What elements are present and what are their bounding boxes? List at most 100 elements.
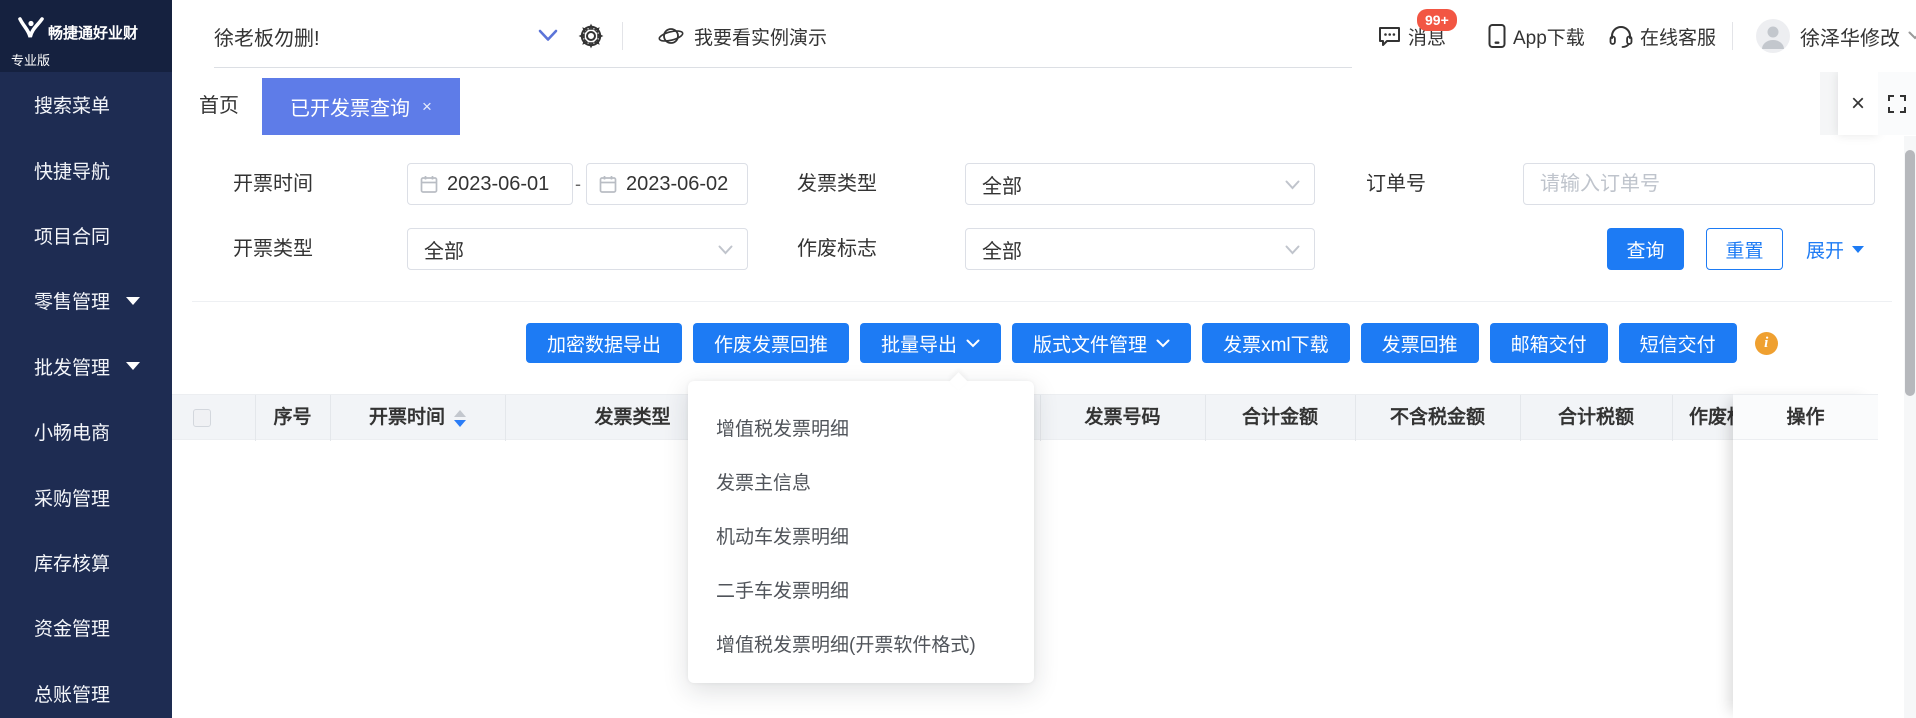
column-amount-excl-tax[interactable]: 不含税金额 [1355, 395, 1520, 441]
vertical-scrollbar[interactable] [1904, 136, 1916, 718]
close-page-button[interactable]: × [1838, 72, 1878, 135]
invoice-type-select[interactable]: 全部 [965, 163, 1315, 205]
gear-icon[interactable] [578, 23, 604, 49]
close-icon: × [1850, 89, 1865, 117]
select-all-checkbox[interactable] [193, 409, 211, 427]
sidebar-item-quick-nav[interactable]: 快捷导航 [0, 137, 172, 202]
sort-ascending-icon[interactable] [454, 409, 466, 417]
chevron-down-icon [718, 245, 733, 255]
chevron-down-icon [126, 296, 141, 305]
column-actions[interactable]: 操作 [1733, 394, 1878, 440]
void-flag-select[interactable]: 全部 [965, 228, 1315, 270]
tab-bar: 首页 已开发票查询 × × [172, 72, 1916, 135]
avatar[interactable] [1756, 19, 1790, 53]
messages-button[interactable]: 消息 99+ [1377, 0, 1457, 72]
sort-icons[interactable] [454, 409, 466, 427]
layout-file-mgmt-button[interactable]: 版式文件管理 [1012, 323, 1192, 363]
chevron-down-icon [1156, 339, 1170, 347]
sidebar-item-purchase-mgmt[interactable]: 采购管理 [0, 464, 172, 529]
issue-type-label: 开票类型 [233, 238, 313, 260]
fullscreen-icon [1887, 94, 1907, 114]
order-no-input[interactable] [1523, 163, 1875, 205]
brand-edition: 专业版 [11, 53, 51, 68]
batch-export-button[interactable]: 批量导出 [860, 323, 1002, 363]
sidebar-item-search-menu[interactable]: 搜索菜单 [0, 72, 172, 137]
expand-link[interactable]: 展开 [1806, 228, 1865, 270]
void-invoice-pushback-button[interactable]: 作废发票回推 [693, 323, 850, 363]
topbar-divider [1732, 22, 1733, 50]
menu-item-invoice-main-info[interactable]: 发票主信息 [688, 454, 1034, 508]
info-icon[interactable]: i [1754, 331, 1778, 355]
sidebar-item-project-contract[interactable]: 项目合同 [0, 203, 172, 268]
menu-item-used-car-invoice-detail[interactable]: 二手车发票明细 [688, 562, 1034, 616]
search-button[interactable]: 查询 [1607, 228, 1684, 270]
chevron-down-icon [1852, 245, 1865, 253]
tab-home[interactable]: 首页 [199, 72, 239, 135]
menu-item-vat-invoice-detail-software-format[interactable]: 增值税发票明细(开票软件格式) [688, 616, 1034, 670]
scrollbar-thumb[interactable] [1905, 150, 1915, 396]
topbar-divider [622, 22, 623, 50]
sidebar-item-funds-mgmt[interactable]: 资金管理 [0, 595, 172, 660]
date-range-separator: - [575, 174, 581, 194]
chevron-down-icon [126, 362, 141, 371]
tab-invoice-query[interactable]: 已开发票查询 × [262, 78, 460, 135]
toolbar: 加密数据导出 作废发票回推 批量导出 版式文件管理 发票xml下载 发票回推 邮… [526, 323, 1778, 363]
invoice-date-to-input[interactable]: 2023-06-02 [586, 163, 748, 205]
sidebar-item-xiaochang-ecommerce[interactable]: 小畅电商 [0, 399, 172, 464]
menu-item-motor-vehicle-invoice-detail[interactable]: 机动车发票明细 [688, 508, 1034, 562]
calendar-icon [420, 175, 438, 194]
content-area: 开票时间 2023-06-01 - 2023-06-02 发票类型 全部 订单号… [172, 135, 1916, 718]
planet-icon [658, 25, 684, 47]
filter-divider [192, 301, 1892, 302]
invoice-date-label: 开票时间 [233, 173, 313, 195]
sidebar-item-wholesale-mgmt[interactable]: 批发管理 [0, 334, 172, 399]
invoice-type-label: 发票类型 [797, 173, 877, 195]
invoice-xml-download-button[interactable]: 发票xml下载 [1202, 323, 1350, 363]
menu-item-vat-invoice-detail[interactable]: 增值税发票明细 [688, 400, 1034, 454]
fullscreen-button[interactable] [1878, 72, 1916, 135]
invoice-date-from-input[interactable]: 2023-06-01 [407, 163, 573, 205]
brand-name: 畅捷通好业财 [48, 25, 139, 42]
order-no-label: 订单号 [1366, 173, 1426, 195]
brand-logo-icon [16, 13, 46, 45]
sidebar: 畅捷通好业财 专业版 搜索菜单 快捷导航 项目合同 零售管理 批发管理 小畅电商… [0, 0, 172, 718]
column-invoice-time[interactable]: 开票时间 [330, 395, 505, 441]
column-serial-no[interactable]: 序号 [255, 395, 330, 441]
chevron-down-icon [966, 339, 980, 347]
sort-descending-icon[interactable] [454, 419, 466, 427]
column-invoice-number[interactable]: 发票号码 [1040, 395, 1205, 441]
calendar-icon [599, 175, 617, 194]
phone-icon [1487, 23, 1507, 49]
brand-logo-block: 畅捷通好业财 专业版 [0, 0, 172, 72]
message-icon [1377, 24, 1402, 48]
invoice-pushback-button[interactable]: 发票回推 [1360, 323, 1479, 363]
online-support-button[interactable]: 在线客服 [1608, 0, 1716, 72]
reset-button[interactable]: 重置 [1706, 228, 1783, 270]
column-total-amount[interactable]: 合计金额 [1205, 395, 1355, 441]
menu-caret [949, 372, 968, 391]
messages-badge: 99+ [1417, 9, 1457, 31]
account-select[interactable]: 徐老板勿删! [214, 0, 320, 72]
issue-type-select[interactable]: 全部 [407, 228, 748, 270]
topbar: 徐老板勿删! 我要看实例演示 消息 99+ App下载 在线客服 徐泽华修改 [172, 0, 1916, 72]
sms-delivery-button[interactable]: 短信交付 [1618, 323, 1737, 363]
chevron-down-icon[interactable] [538, 29, 558, 42]
chevron-down-icon[interactable] [1908, 31, 1916, 40]
sidebar-item-general-ledger[interactable]: 总账管理 [0, 661, 172, 718]
app-download-button[interactable]: App下载 [1487, 0, 1585, 72]
username[interactable]: 徐泽华修改 [1800, 0, 1900, 72]
sidebar-item-retail-mgmt[interactable]: 零售管理 [0, 268, 172, 333]
chevron-down-icon [1285, 180, 1300, 190]
email-delivery-button[interactable]: 邮箱交付 [1489, 323, 1608, 363]
sidebar-menu: 搜索菜单 快捷导航 项目合同 零售管理 批发管理 小畅电商 采购管理 库存核算 … [0, 72, 172, 718]
app-window: 畅捷通好业财 专业版 搜索菜单 快捷导航 项目合同 零售管理 批发管理 小畅电商… [0, 0, 1916, 718]
sidebar-item-inventory-accounting[interactable]: 库存核算 [0, 530, 172, 595]
demo-link[interactable]: 我要看实例演示 [658, 0, 827, 72]
headset-icon [1608, 23, 1634, 49]
close-icon[interactable]: × [422, 98, 432, 115]
column-total-tax[interactable]: 合计税额 [1520, 395, 1672, 441]
void-flag-label: 作废标志 [797, 238, 877, 260]
chevron-down-icon [1285, 245, 1300, 255]
encrypted-export-button[interactable]: 加密数据导出 [526, 323, 683, 363]
sticky-action-column: 操作 [1733, 394, 1878, 718]
